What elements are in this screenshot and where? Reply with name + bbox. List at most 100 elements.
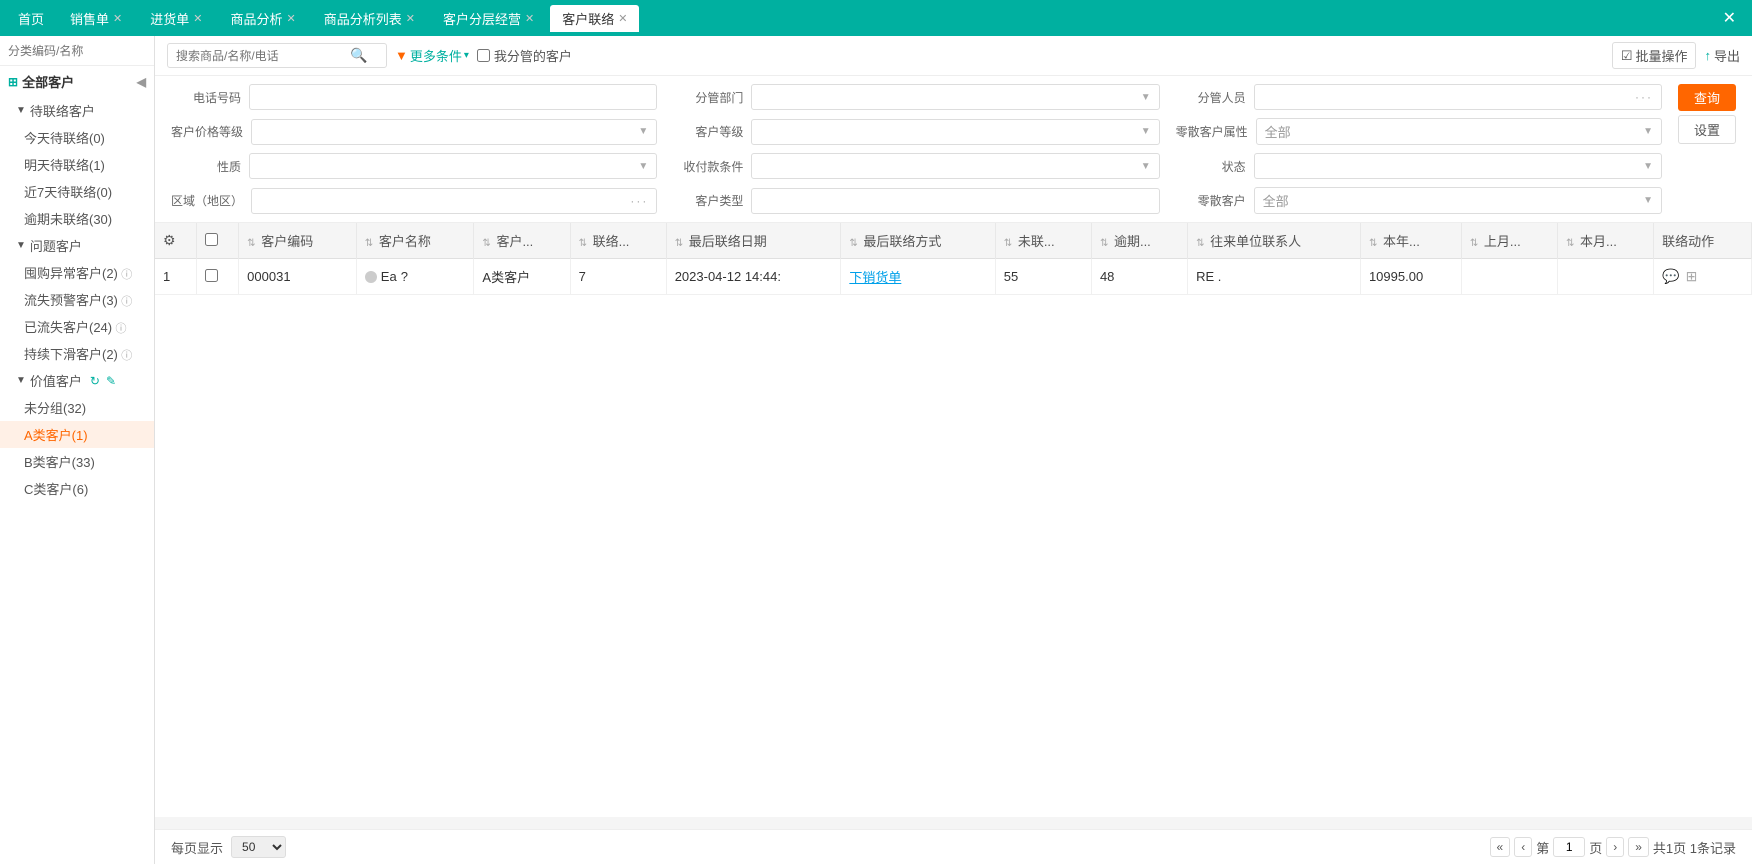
search-icon[interactable]: 🔍 <box>350 47 367 64</box>
last-page-btn[interactable]: » <box>1628 837 1649 857</box>
col-contacts[interactable]: ⇅ 往来单位联系人 <box>1188 223 1361 259</box>
close-sales-tab[interactable]: ✕ <box>113 12 122 25</box>
edit-icon[interactable]: ✎ <box>106 374 116 388</box>
region-input[interactable]: ··· <box>251 188 657 214</box>
sidebar-item-hoard[interactable]: 囤购异常客户(2) ⓘ <box>0 259 154 286</box>
row-code: 000031 <box>239 259 357 295</box>
col-lmonth-sort-icon: ⇅ <box>1470 238 1478 249</box>
nav-home[interactable]: 首页 <box>8 5 54 32</box>
first-page-btn[interactable]: « <box>1490 837 1511 857</box>
sidebar-item-churn-warning[interactable]: 流失预警客户(3) ⓘ <box>0 286 154 313</box>
manager-input[interactable]: ··· <box>1254 84 1662 110</box>
col-gear[interactable]: ⚙ <box>155 223 196 259</box>
horizontal-scrollbar[interactable] <box>155 817 1752 829</box>
sidebar-item-churned[interactable]: 已流失客户(24) ⓘ <box>0 313 154 340</box>
close-app-button[interactable]: ✕ <box>1715 8 1744 28</box>
customer-type-field: 客户类型 <box>673 188 1159 214</box>
main-search-input[interactable] <box>176 49 346 63</box>
sidebar-item-overdue[interactable]: 逾期未联络(30) <box>0 205 154 232</box>
col-checkbox[interactable] <box>196 223 239 259</box>
col-contact-sort-icon: ⇅ <box>579 238 587 249</box>
close-contact-tab[interactable]: ✕ <box>618 12 627 25</box>
sidebar-item-b-class[interactable]: B类客户(33) <box>0 448 154 475</box>
col-last-way[interactable]: ⇅ 最后联络方式 <box>841 223 995 259</box>
qr-icon[interactable]: ⊞ <box>1686 268 1698 285</box>
dept-label: 分管部门 <box>673 89 743 106</box>
group-value-customers[interactable]: ▼ 价值客户 ↻ ✎ <box>0 367 154 394</box>
sidebar-item-c-class[interactable]: C类客户(6) <box>0 475 154 502</box>
row-last-way[interactable]: 下销货单 <box>841 259 995 295</box>
nav-tab-contact[interactable]: 客户联络 ✕ <box>550 5 639 32</box>
collapse-sidebar-btn[interactable]: ◀ <box>137 75 146 89</box>
sidebar-item-7days[interactable]: 近7天待联络(0) <box>0 178 154 205</box>
col-last-date[interactable]: ⇅ 最后联络日期 <box>666 223 841 259</box>
sidebar-item-ungrouped[interactable]: 未分组(32) <box>0 394 154 421</box>
export-btn[interactable]: ↑ 导出 <box>1704 46 1740 65</box>
batch-operation-btn[interactable]: ☑ 批量操作 <box>1612 42 1697 69</box>
col-overdue[interactable]: ⇅ 逾期... <box>1091 223 1187 259</box>
customer-grade-label: 客户等级 <box>673 123 743 140</box>
more-filters-btn[interactable]: ▼ 更多条件 ▾ <box>395 46 469 65</box>
dept-dropdown[interactable]: ▼ <box>751 84 1159 110</box>
close-segment-tab[interactable]: ✕ <box>525 12 534 25</box>
price-grade-dropdown[interactable]: ▼ <box>251 119 657 145</box>
sidebar-item-declining[interactable]: 持续下滑客户(2) ⓘ <box>0 340 154 367</box>
nav-tab-analysis[interactable]: 商品分析 ✕ <box>218 5 307 32</box>
filter-row-1: 电话号码 分管部门 ▼ 分管人员 <box>171 84 1662 110</box>
settings-button[interactable]: 设置 <box>1678 115 1736 144</box>
payment-dropdown[interactable]: ▼ <box>751 153 1159 179</box>
row-last-month <box>1461 259 1557 295</box>
row-checkbox-cell[interactable] <box>196 259 239 295</box>
sidebar-item-today[interactable]: 今天待联络(0) <box>0 124 154 151</box>
customer-table: ⚙ ⇅ 客户编码 ⇅ 客户名称 <box>155 223 1752 295</box>
select-all-checkbox[interactable] <box>205 233 218 246</box>
customer-type-label: 客户类型 <box>673 192 743 209</box>
col-name[interactable]: ⇅ 客户名称 <box>356 223 474 259</box>
customer-grade-dropdown[interactable]: ▼ <box>751 119 1159 145</box>
query-button[interactable]: 查询 <box>1678 84 1736 111</box>
group-problem-customers[interactable]: ▼ 问题客户 <box>0 232 154 259</box>
nav-tab-segment[interactable]: 客户分层经营 ✕ <box>431 5 546 32</box>
sidebar-item-tomorrow[interactable]: 明天待联络(1) <box>0 151 154 178</box>
gear-icon[interactable]: ⚙ <box>163 232 176 248</box>
status-dropdown[interactable]: ▼ <box>1254 153 1662 179</box>
status-field: 状态 ▼ <box>1176 153 1662 179</box>
row-checkbox[interactable] <box>205 269 218 282</box>
group-pending-contact[interactable]: ▼ 待联络客户 <box>0 97 154 124</box>
retail-customer-dropdown[interactable]: 全部 ▼ <box>1254 187 1662 214</box>
next-page-btn[interactable]: › <box>1606 837 1624 857</box>
advanced-filter: 电话号码 分管部门 ▼ 分管人员 <box>155 76 1752 223</box>
nature-arrow-icon: ▼ <box>638 161 648 172</box>
col-this-year[interactable]: ⇅ 本年... <box>1360 223 1461 259</box>
sidebar-search-input[interactable] <box>8 44 155 58</box>
nav-tab-sales[interactable]: 销售单 ✕ <box>58 5 134 32</box>
nav-tab-purchase[interactable]: 进货单 ✕ <box>138 5 214 32</box>
phone-input[interactable] <box>249 84 657 110</box>
my-customers-checkbox[interactable]: 我分管的客户 <box>477 46 572 65</box>
col-this-month[interactable]: ⇅ 本月... <box>1558 223 1654 259</box>
prev-page-btn[interactable]: ‹ <box>1514 837 1532 857</box>
all-customers-header[interactable]: ⊞ 全部客户 ◀ <box>0 66 154 97</box>
row-overdue: 48 <box>1091 259 1187 295</box>
nature-dropdown[interactable]: ▼ <box>249 153 657 179</box>
col-contacts-sort-icon: ⇅ <box>1196 238 1204 249</box>
sidebar-item-a-class[interactable]: A类客户(1) <box>0 421 154 448</box>
contact-way-link[interactable]: 下销货单 <box>849 270 901 285</box>
col-uncontacted[interactable]: ⇅ 未联... <box>995 223 1091 259</box>
row-actions: 💬 ⊞ <box>1654 259 1752 295</box>
nav-tab-analysis-list[interactable]: 商品分析列表 ✕ <box>312 5 427 32</box>
chat-icon[interactable]: 💬 <box>1662 268 1679 285</box>
close-analysis-list-tab[interactable]: ✕ <box>406 12 415 25</box>
retail-attr-dropdown[interactable]: 全部 ▼ <box>1256 118 1662 145</box>
per-page-select[interactable]: 50 100 <box>231 836 286 858</box>
refresh-icon[interactable]: ↻ <box>90 374 100 388</box>
col-code[interactable]: ⇅ 客户编码 <box>239 223 357 259</box>
col-contact-count[interactable]: ⇅ 联络... <box>570 223 666 259</box>
col-customer-type[interactable]: ⇅ 客户... <box>474 223 570 259</box>
close-analysis-tab[interactable]: ✕ <box>287 12 296 25</box>
col-last-month[interactable]: ⇅ 上月... <box>1461 223 1557 259</box>
my-customers-check[interactable] <box>477 49 490 62</box>
customer-type-input[interactable] <box>751 188 1159 214</box>
close-purchase-tab[interactable]: ✕ <box>193 12 202 25</box>
current-page-input[interactable] <box>1553 837 1585 857</box>
